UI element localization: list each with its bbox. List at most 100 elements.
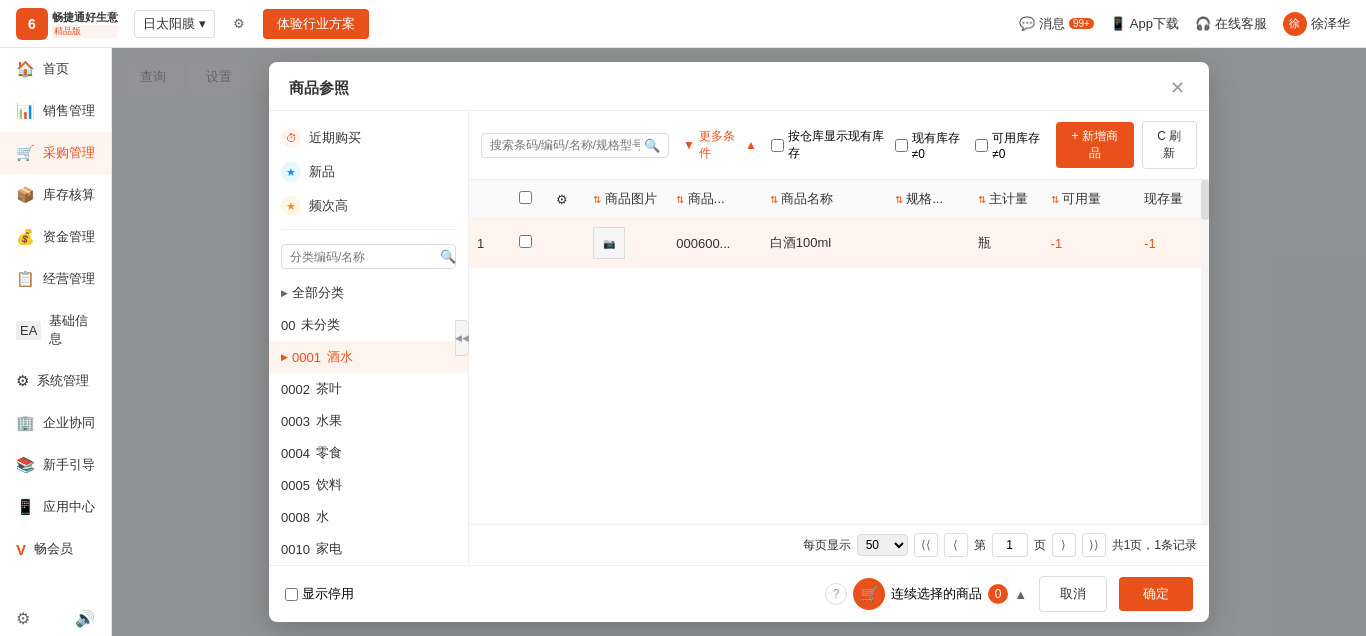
category-0010[interactable]: 0010 家电 [269,533,468,555]
sidebar-item-system[interactable]: ⚙ 系统管理 [0,360,111,402]
quick-link-new[interactable]: ★ 新品 [281,155,456,189]
close-button[interactable]: ✕ [1165,76,1189,100]
cancel-button[interactable]: 取消 [1039,576,1107,612]
guide-icon: 📚 [16,456,35,474]
filter-button[interactable]: ▼ 更多条件 ▲ [677,124,763,166]
total-records: 共1页，1条记录 [1112,537,1197,554]
category-all[interactable]: ▶ 全部分类 [269,277,468,309]
sidebar-item-finance[interactable]: 💰 资金管理 [0,216,111,258]
th-avail: ⇅ 可用量 [1043,180,1137,219]
th-stock: 现存量 [1136,180,1209,219]
product-search-input[interactable] [490,138,640,152]
modal-header: 商品参照 ✕ [269,62,1209,111]
show-disabled-checkbox[interactable]: 显示停用 [285,585,354,603]
th-settings[interactable]: ⚙ [548,180,585,219]
checkbox-stock-nonzero[interactable]: 现有库存≠0 [895,130,967,161]
sidebar-item-basic-info[interactable]: EA 基础信息 [0,300,111,360]
filter-icon: ▼ [683,138,695,152]
logo-text: 畅捷通好生意 精品版 [52,10,118,38]
trial-button[interactable]: 体验行业方案 [263,9,369,39]
mobile-icon: 📱 [1110,16,1126,31]
collapse-cart-icon[interactable]: ▲ [1014,587,1027,602]
row-checkbox[interactable] [519,235,532,248]
modal-body: ⏱ 近期购买 ★ 新品 ★ 频次高 [269,111,1209,565]
cell-image: 📷 [585,219,668,268]
sort-spec-icon[interactable]: ⇅ [895,194,903,205]
speaker-icon[interactable]: 🔊 [75,609,95,628]
last-page-button[interactable]: ⟩⟩ [1082,533,1106,557]
checkbox-stock-input[interactable] [895,139,908,152]
nav-right: 💬 消息 99+ 📱 App下载 🎧 在线客服 徐 徐泽华 [1019,12,1350,36]
search-product-icon[interactable]: 🔍 [644,138,660,153]
category-00[interactable]: 00 未分类 [269,309,468,341]
sidebar-item-member[interactable]: V 畅会员 [0,528,111,570]
sidebar-item-enterprise[interactable]: 🏢 企业协同 [0,402,111,444]
sidebar-item-purchase[interactable]: 🛒 采购管理 [0,132,111,174]
category-0001[interactable]: ▶ 0001 酒水 [269,341,468,373]
divider [281,229,456,230]
home-icon: 🏠 [16,60,35,78]
scrollbar-thumb[interactable] [1201,180,1209,220]
search-icon[interactable]: 🔍 [440,249,456,264]
sort-code-icon[interactable]: ⇅ [676,194,684,205]
category-0002[interactable]: 0002 茶叶 [269,373,468,405]
th-image: ⇅ 商品图片 [585,180,668,219]
category-0005[interactable]: 0005 饮料 [269,469,468,501]
collapse-panel-button[interactable]: ◀◀ [455,320,469,356]
first-page-button[interactable]: ⟨⟨ [914,533,938,557]
page-number-input[interactable] [992,533,1028,557]
settings-icon[interactable]: ⚙ [223,8,255,40]
modal-footer: 显示停用 ? 🛒 连续选择的商品 0 ▲ 取消 确定 [269,565,1209,622]
select-all-checkbox[interactable] [519,191,532,204]
checkbox-avail-nonzero[interactable]: 可用库存≠0 [975,130,1047,161]
confirm-button[interactable]: 确定 [1119,577,1193,611]
sort-name-icon[interactable]: ⇅ [770,194,778,205]
add-product-button[interactable]: + 新增商品 [1056,122,1134,168]
sidebar-item-sales[interactable]: 📊 销售管理 [0,90,111,132]
checkbox-warehouse-input[interactable] [771,139,784,152]
sidebar-item-inventory[interactable]: 📦 库存核算 [0,174,111,216]
freq-icon: ★ [281,196,301,216]
prev-page-button[interactable]: ⟨ [944,533,968,557]
sidebar-item-apps[interactable]: 📱 应用中心 [0,486,111,528]
sidebar-item-guide[interactable]: 📚 新手引导 [0,444,111,486]
category-0008[interactable]: 0008 水 [269,501,468,533]
user-nav[interactable]: 徐 徐泽华 [1283,12,1350,36]
scrollbar-track[interactable] [1201,180,1209,524]
modal-right-panel: 🔍 ▼ 更多条件 ▲ 按仓库显示现有库存 [469,111,1209,565]
quick-link-frequent[interactable]: ★ 频次高 [281,189,456,223]
sidebar-item-home[interactable]: 🏠 首页 [0,48,111,90]
customer-service-nav[interactable]: 🎧 在线客服 [1195,15,1267,33]
main-layout: 🏠 首页 📊 销售管理 🛒 采购管理 📦 库存核算 💰 资金管理 📋 经营管理 … [0,48,1366,636]
sales-icon: 📊 [16,102,35,120]
show-disabled-input[interactable] [285,588,298,601]
enterprise-icon: 🏢 [16,414,35,432]
cart-icon[interactable]: 🛒 [853,578,885,610]
recent-icon: ⏱ [281,128,301,148]
category-0003[interactable]: 0003 水果 [269,405,468,437]
refresh-button[interactable]: C 刷新 [1142,121,1197,169]
sidebar-item-operations[interactable]: 📋 经营管理 [0,258,111,300]
checkbox-by-warehouse[interactable]: 按仓库显示现有库存 [771,128,887,162]
page-size-select[interactable]: 50 10 20 100 [857,534,908,556]
modal-overlay: 商品参照 ✕ ⏱ 近期购买 ★ [112,48,1366,636]
inventory-icon: 📦 [16,186,35,204]
app-download-nav[interactable]: 📱 App下载 [1110,15,1179,33]
sort-image-icon[interactable]: ⇅ [593,194,601,205]
sort-avail-icon[interactable]: ⇅ [1051,194,1059,205]
finance-icon: 💰 [16,228,35,246]
cell-num: 1 [469,219,511,268]
checkbox-avail-input[interactable] [975,139,988,152]
settings-bottom-icon[interactable]: ⚙ [16,609,30,628]
cell-check[interactable] [511,219,548,268]
store-selector[interactable]: 日太阳膜 ▾ [134,10,215,38]
next-page-button[interactable]: ⟩ [1052,533,1076,557]
messages-nav[interactable]: 💬 消息 99+ [1019,15,1094,33]
category-search-input[interactable] [290,250,440,264]
pagination-bar: 每页显示 50 10 20 100 ⟨⟨ ⟨ 第 页 [469,524,1209,565]
sort-unit-icon[interactable]: ⇅ [978,194,986,205]
quick-link-recent[interactable]: ⏱ 近期购买 [281,121,456,155]
help-icon[interactable]: ? [825,583,847,605]
table-row[interactable]: 1 📷 [469,219,1209,268]
category-0004[interactable]: 0004 零食 [269,437,468,469]
